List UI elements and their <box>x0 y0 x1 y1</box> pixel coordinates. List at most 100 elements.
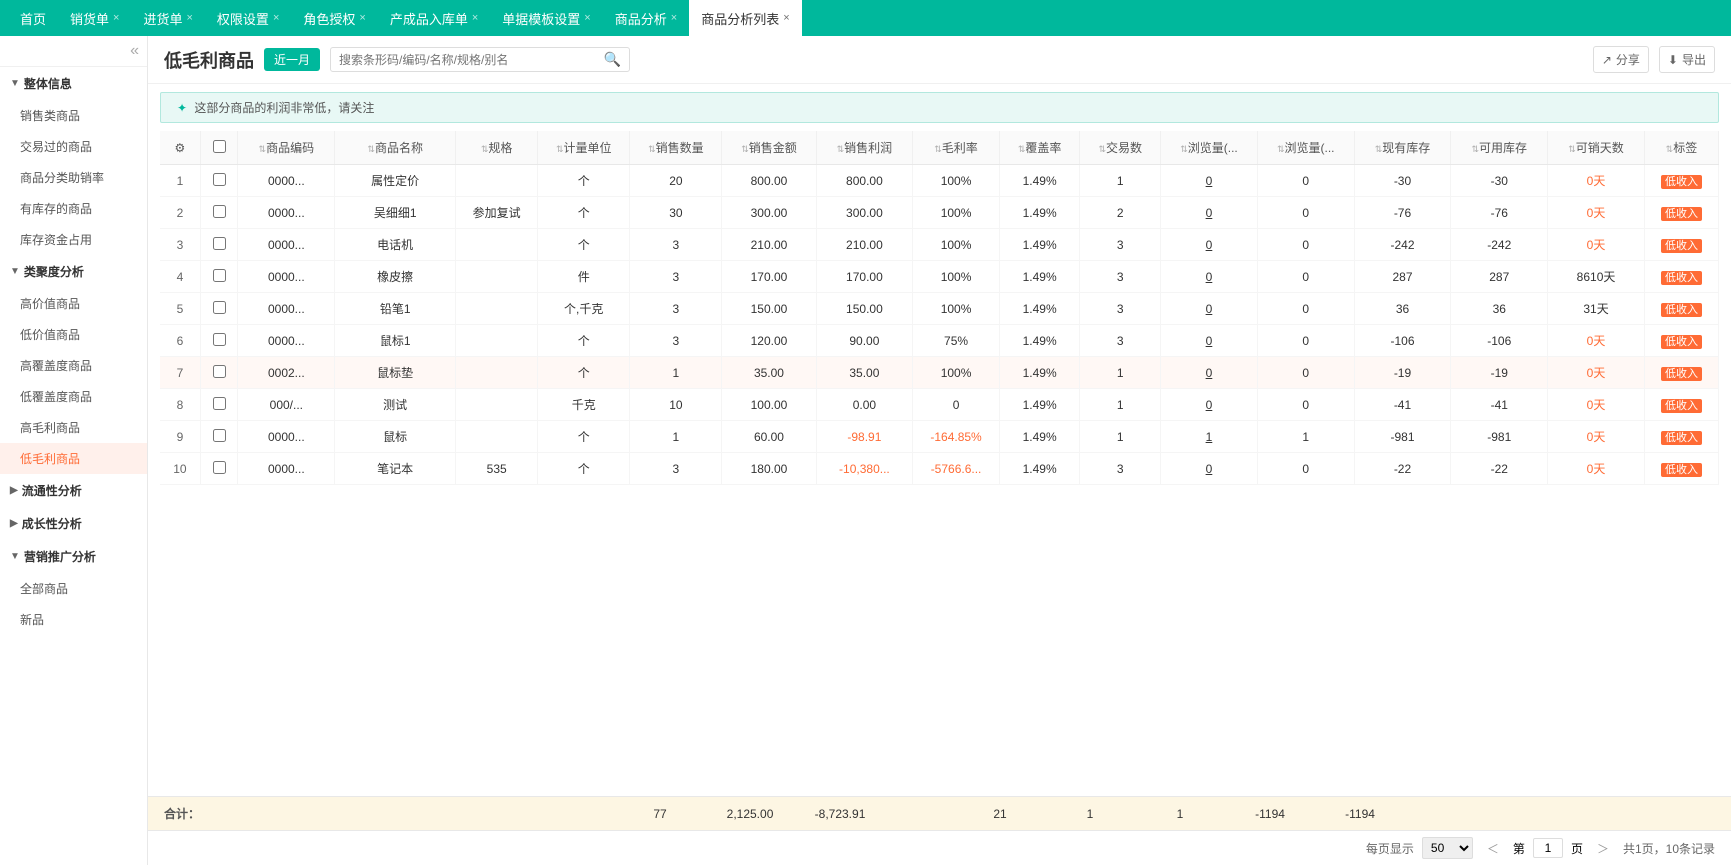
nav-close-icon-3[interactable]: × <box>273 12 279 24</box>
nav-close-icon-8[interactable]: × <box>783 12 789 24</box>
col-header-0[interactable]: ⚙ <box>160 131 200 165</box>
browse-link[interactable]: 0 <box>1206 462 1213 476</box>
sort-icon[interactable]: ⇅ <box>1471 144 1479 154</box>
browse-link[interactable]: 0 <box>1206 206 1213 220</box>
sidebar-item-4-0[interactable]: 全部商品 <box>0 573 147 604</box>
nav-close-icon-2[interactable]: × <box>186 12 192 24</box>
sidebar-group-0[interactable]: ▼整体信息 <box>0 67 147 100</box>
search-input[interactable] <box>339 53 604 67</box>
nav-close-icon-7[interactable]: × <box>671 12 677 24</box>
cell-0-12[interactable]: 0 <box>1161 165 1258 197</box>
export-button[interactable]: ⬇ 导出 <box>1659 46 1715 73</box>
cell-0-1[interactable] <box>200 165 238 197</box>
cell-6-1[interactable] <box>200 357 238 389</box>
sort-icon[interactable]: ⇅ <box>1666 144 1674 154</box>
cell-2-1[interactable] <box>200 229 238 261</box>
nav-item-8[interactable]: 商品分析列表× <box>689 0 801 36</box>
sidebar-group-3[interactable]: ▶成长性分析 <box>0 507 147 540</box>
row-checkbox[interactable] <box>213 205 226 218</box>
nav-item-4[interactable]: 角色授权× <box>291 0 377 36</box>
sidebar-item-1-4[interactable]: 高毛利商品 <box>0 412 147 443</box>
nav-close-icon-1[interactable]: × <box>113 12 119 24</box>
cell-9-1[interactable] <box>200 453 238 485</box>
sidebar-item-0-4[interactable]: 库存资金占用 <box>0 224 147 255</box>
settings-icon[interactable]: ⚙ <box>175 141 186 155</box>
cell-8-1[interactable] <box>200 421 238 453</box>
nav-item-3[interactable]: 权限设置× <box>205 0 291 36</box>
row-checkbox[interactable] <box>213 237 226 250</box>
sidebar-item-1-2[interactable]: 高覆盖度商品 <box>0 350 147 381</box>
next-page-btn[interactable]: ＞ <box>1591 838 1615 859</box>
nav-item-7[interactable]: 商品分析× <box>603 0 689 36</box>
cell-3-1[interactable] <box>200 261 238 293</box>
row-checkbox[interactable] <box>213 173 226 186</box>
row-checkbox[interactable] <box>213 365 226 378</box>
nav-close-icon-4[interactable]: × <box>359 12 365 24</box>
share-button[interactable]: ↗ 分享 <box>1593 46 1649 73</box>
cell-7-12[interactable]: 0 <box>1161 389 1258 421</box>
browse-link[interactable]: 0 <box>1206 238 1213 252</box>
cell-8-12[interactable]: 1 <box>1161 421 1258 453</box>
cell-5-12[interactable]: 0 <box>1161 325 1258 357</box>
sort-icon[interactable]: ⇅ <box>1018 144 1026 154</box>
nav-item-2[interactable]: 进货单× <box>131 0 204 36</box>
browse-link[interactable]: 0 <box>1206 302 1213 316</box>
browse-link[interactable]: 1 <box>1206 430 1213 444</box>
sort-icon[interactable]: ⇅ <box>741 144 749 154</box>
nav-item-1[interactable]: 销货单× <box>58 0 131 36</box>
nav-item-5[interactable]: 产成品入库单× <box>378 0 490 36</box>
select-all-checkbox[interactable] <box>213 140 226 153</box>
sidebar-item-1-5[interactable]: 低毛利商品 <box>0 443 147 474</box>
cell-7-1[interactable] <box>200 389 238 421</box>
sidebar-item-1-0[interactable]: 高价值商品 <box>0 288 147 319</box>
sidebar-group-1[interactable]: ▼类聚度分析 <box>0 255 147 288</box>
nav-close-icon-5[interactable]: × <box>472 12 478 24</box>
browse-link[interactable]: 0 <box>1206 334 1213 348</box>
sidebar-item-0-1[interactable]: 交易过的商品 <box>0 131 147 162</box>
sidebar-collapse-btn[interactable]: « <box>130 42 139 60</box>
sort-icon[interactable]: ⇅ <box>259 144 267 154</box>
cell-4-1[interactable] <box>200 293 238 325</box>
cell-1-1[interactable] <box>200 197 238 229</box>
browse-link[interactable]: 0 <box>1206 398 1213 412</box>
row-checkbox[interactable] <box>213 429 226 442</box>
nav-close-icon-6[interactable]: × <box>584 12 590 24</box>
sort-icon[interactable]: ⇅ <box>481 144 489 154</box>
browse-link[interactable]: 0 <box>1206 366 1213 380</box>
sort-icon[interactable]: ⇅ <box>648 144 656 154</box>
sort-icon[interactable]: ⇅ <box>934 144 942 154</box>
cell-6-12[interactable]: 0 <box>1161 357 1258 389</box>
col-header-1[interactable] <box>200 131 238 165</box>
sidebar-item-0-3[interactable]: 有库存的商品 <box>0 193 147 224</box>
nav-item-0[interactable]: 首页 <box>8 0 58 36</box>
row-checkbox[interactable] <box>213 461 226 474</box>
page-size-select[interactable]: 5020100 <box>1422 837 1473 859</box>
period-button[interactable]: 近一月 <box>264 48 320 71</box>
sort-icon[interactable]: ⇅ <box>367 144 375 154</box>
sort-icon[interactable]: ⇅ <box>1277 144 1285 154</box>
sidebar-item-0-2[interactable]: 商品分类助销率 <box>0 162 147 193</box>
page-input[interactable] <box>1533 838 1563 858</box>
browse-link[interactable]: 0 <box>1206 174 1213 188</box>
row-checkbox[interactable] <box>213 301 226 314</box>
browse-link[interactable]: 0 <box>1206 270 1213 284</box>
sidebar-group-2[interactable]: ▶流通性分析 <box>0 474 147 507</box>
sidebar-item-4-1[interactable]: 新品 <box>0 604 147 635</box>
sidebar-item-1-1[interactable]: 低价值商品 <box>0 319 147 350</box>
sort-icon[interactable]: ⇅ <box>1568 144 1576 154</box>
sort-icon[interactable]: ⇅ <box>1375 144 1383 154</box>
row-checkbox[interactable] <box>213 397 226 410</box>
cell-1-12[interactable]: 0 <box>1161 197 1258 229</box>
cell-4-12[interactable]: 0 <box>1161 293 1258 325</box>
row-checkbox[interactable] <box>213 333 226 346</box>
sort-icon[interactable]: ⇅ <box>556 144 564 154</box>
sort-icon[interactable]: ⇅ <box>1180 144 1188 154</box>
nav-item-6[interactable]: 单据模板设置× <box>490 0 602 36</box>
cell-5-1[interactable] <box>200 325 238 357</box>
sort-icon[interactable]: ⇅ <box>1098 144 1106 154</box>
sidebar-item-1-3[interactable]: 低覆盖度商品 <box>0 381 147 412</box>
sort-icon[interactable]: ⇅ <box>837 144 845 154</box>
row-checkbox[interactable] <box>213 269 226 282</box>
sidebar-item-0-0[interactable]: 销售类商品 <box>0 100 147 131</box>
cell-2-12[interactable]: 0 <box>1161 229 1258 261</box>
